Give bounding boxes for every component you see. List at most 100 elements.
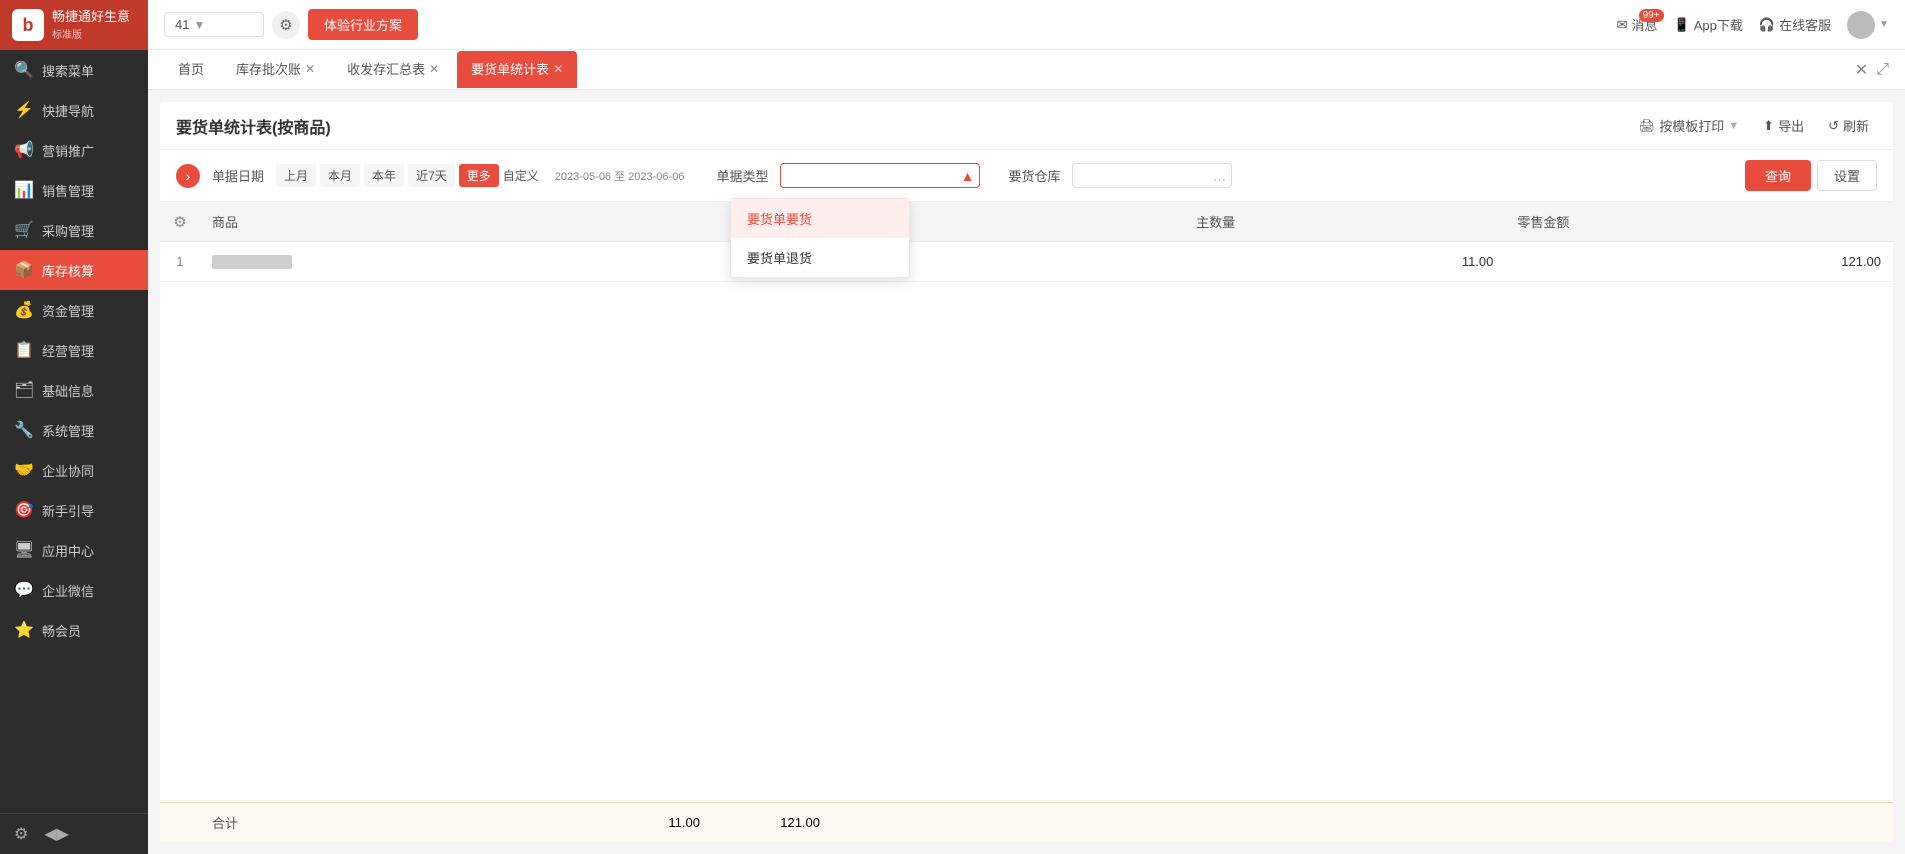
app-download-button[interactable]: 📱 App下载 bbox=[1674, 15, 1743, 34]
sidebar-item-basic[interactable]: 🗂 基础信息 bbox=[0, 370, 148, 410]
store-selector[interactable]: 41 ▼ bbox=[164, 12, 264, 37]
warehouse-input[interactable] bbox=[1072, 163, 1232, 188]
sidebar-item-guide[interactable]: 🎯 新手引导 bbox=[0, 490, 148, 530]
sidebar-item-sales[interactable]: 📊 销售管理 bbox=[0, 170, 148, 210]
refresh-button[interactable]: ↺ 刷新 bbox=[1820, 112, 1877, 139]
column-settings-icon[interactable]: ⚙ bbox=[173, 214, 186, 231]
sidebar-item-marketing[interactable]: 📢 营销推广 bbox=[0, 130, 148, 170]
maximize-button[interactable]: ⤢ bbox=[1876, 61, 1889, 79]
sidebar-item-operations[interactable]: 📋 经营管理 bbox=[0, 330, 148, 370]
prev-month-button[interactable]: 上月 bbox=[276, 164, 316, 187]
sidebar: b 畅捷通好生意 标准版 🔍 搜索菜单 ⚡ 快捷导航 📢 营销推广 📊 销售管理… bbox=[0, 0, 148, 854]
cell-no: 1 bbox=[160, 242, 200, 282]
tab-receive-summary-close[interactable]: ✕ bbox=[429, 62, 439, 76]
th-product: 商品 bbox=[200, 202, 730, 242]
tab-inventory-batch-close[interactable]: ✕ bbox=[305, 62, 315, 76]
type-dropdown: 要货单要货 要货单退货 bbox=[730, 198, 910, 278]
set-button[interactable]: 设置 bbox=[1817, 160, 1877, 191]
th-qty: 主数量 bbox=[1184, 202, 1505, 242]
type-input[interactable] bbox=[780, 163, 980, 188]
message-button[interactable]: ✉ 消息 99+ bbox=[1617, 15, 1658, 34]
sidebar-item-label-marketing: 营销推广 bbox=[42, 141, 94, 160]
system-icon: 🔧 bbox=[14, 420, 34, 440]
sidebar-item-label-purchase: 采购管理 bbox=[42, 221, 94, 240]
data-table: ⚙ 商品 主计量单位 主数量 零售金额 1 bbox=[160, 202, 1893, 282]
footer-label: 合计 bbox=[172, 813, 372, 832]
sidebar-item-label-guide: 新手引导 bbox=[42, 501, 94, 520]
cell-product bbox=[200, 242, 730, 282]
main-area: 41 ▼ ⚙ 体验行业方案 ✉ 消息 99+ 📱 App下载 🎧 在线客服 bbox=[148, 0, 1905, 854]
table-row: 1 块 11.00 121.00 bbox=[160, 242, 1893, 282]
sidebar-item-search[interactable]: 🔍 搜索菜单 bbox=[0, 50, 148, 90]
this-year-button[interactable]: 本年 bbox=[364, 164, 404, 187]
table-footer: 合计 11.00 121.00 bbox=[160, 802, 1893, 842]
app-center-icon: 🖥 bbox=[14, 540, 34, 560]
shortcut-icon: ⚡ bbox=[14, 100, 34, 120]
tab-requisition-stat-close[interactable]: ✕ bbox=[553, 62, 563, 76]
filter-expand-button[interactable]: › bbox=[176, 164, 200, 188]
app-logo: b bbox=[12, 9, 44, 41]
sidebar-item-shortcut[interactable]: ⚡ 快捷导航 bbox=[0, 90, 148, 130]
dropdown-item-requisition-order[interactable]: 要货单要货 bbox=[731, 199, 909, 238]
sidebar-item-inventory[interactable]: 📦 库存核算 bbox=[0, 250, 148, 290]
sidebar-item-app-center[interactable]: 🖥 应用中心 bbox=[0, 530, 148, 570]
sidebar-item-purchase[interactable]: 🛒 采购管理 bbox=[0, 210, 148, 250]
user-avatar[interactable]: ▼ bbox=[1847, 11, 1889, 39]
sidebar-item-label-operations: 经营管理 bbox=[42, 341, 94, 360]
dropdown-arrow-icon: ▼ bbox=[193, 18, 205, 32]
operations-icon: 📋 bbox=[14, 340, 34, 360]
app-download-label: App下载 bbox=[1694, 15, 1743, 34]
marketing-icon: 📢 bbox=[14, 140, 34, 160]
type-arrow-icon[interactable]: ▲ bbox=[961, 168, 975, 184]
table-header-row: ⚙ 商品 主计量单位 主数量 零售金额 bbox=[160, 202, 1893, 242]
sidebar-item-finance[interactable]: 💰 资金管理 bbox=[0, 290, 148, 330]
warehouse-input-wrap: … bbox=[1072, 163, 1232, 188]
sidebar-scroll: 🔍 搜索菜单 ⚡ 快捷导航 📢 营销推广 📊 销售管理 🛒 采购管理 📦 库存核… bbox=[0, 50, 148, 813]
sidebar-item-label-search: 搜索菜单 bbox=[42, 61, 94, 80]
topbar: 41 ▼ ⚙ 体验行业方案 ✉ 消息 99+ 📱 App下载 🎧 在线客服 bbox=[148, 0, 1905, 50]
more-dates-button[interactable]: 更多 bbox=[459, 164, 499, 187]
table-wrap: ⚙ 商品 主计量单位 主数量 零售金额 1 bbox=[160, 202, 1893, 802]
sidebar-item-wechat[interactable]: 💬 企业微信 bbox=[0, 570, 148, 610]
cell-amount: 121.00 bbox=[1505, 242, 1893, 282]
online-service-button[interactable]: 🎧 在线客服 bbox=[1759, 15, 1831, 34]
topbar-gear-button[interactable]: ⚙ bbox=[272, 11, 300, 39]
app-name: 畅捷通好生意 bbox=[52, 9, 130, 26]
sidebar-item-label-system: 系统管理 bbox=[42, 421, 94, 440]
footer-spacer bbox=[372, 815, 592, 830]
tab-requisition-stat[interactable]: 要货单统计表 ✕ bbox=[457, 51, 577, 88]
footer-values: 11.00 121.00 bbox=[372, 815, 1881, 830]
app-name-block: 畅捷通好生意 标准版 bbox=[52, 9, 130, 41]
trial-button[interactable]: 体验行业方案 bbox=[308, 9, 418, 40]
close-all-tabs-button[interactable]: ✕ bbox=[1855, 60, 1868, 80]
tab-home[interactable]: 首页 bbox=[164, 51, 218, 88]
collapse-icon[interactable]: ◀▶ bbox=[44, 824, 69, 844]
th-gear[interactable]: ⚙ bbox=[160, 202, 200, 242]
sidebar-item-cooperation[interactable]: 🤝 企业协同 bbox=[0, 450, 148, 490]
guide-icon: 🎯 bbox=[14, 500, 34, 520]
sidebar-item-system[interactable]: 🔧 系统管理 bbox=[0, 410, 148, 450]
sidebar-item-label-cooperation: 企业协同 bbox=[42, 461, 94, 480]
online-service-label: 在线客服 bbox=[1779, 15, 1831, 34]
warehouse-more-icon[interactable]: … bbox=[1212, 168, 1226, 184]
tab-receive-summary[interactable]: 收发存汇总表 ✕ bbox=[333, 51, 453, 88]
settings-icon[interactable]: ⚙ bbox=[14, 824, 28, 844]
custom-date-button[interactable]: 自定义 bbox=[503, 167, 539, 184]
wechat-icon: 💬 bbox=[14, 580, 34, 600]
filter-bar: › 单据日期 上月 本月 本年 近7天 更多 自定义 2023-05-06 至 … bbox=[160, 150, 1893, 202]
tab-inventory-batch[interactable]: 库存批次账 ✕ bbox=[222, 51, 329, 88]
headset-icon: 🎧 bbox=[1759, 17, 1775, 33]
query-button[interactable]: 查询 bbox=[1745, 160, 1811, 191]
dropdown-item-requisition-return[interactable]: 要货单退货 bbox=[731, 238, 909, 277]
print-button[interactable]: 🖨 按模板打印 ▼ bbox=[1631, 112, 1747, 139]
print-label: 按模板打印 bbox=[1659, 116, 1724, 135]
this-month-button[interactable]: 本月 bbox=[320, 164, 360, 187]
export-button[interactable]: ⬆ 导出 bbox=[1755, 112, 1812, 139]
last-7-days-button[interactable]: 近7天 bbox=[408, 164, 455, 187]
topbar-right: ✉ 消息 99+ 📱 App下载 🎧 在线客服 ▼ bbox=[1617, 11, 1889, 39]
sidebar-item-member[interactable]: ⭐ 畅会员 bbox=[0, 610, 148, 650]
inventory-icon: 📦 bbox=[14, 260, 34, 280]
finance-icon: 💰 bbox=[14, 300, 34, 320]
export-icon: ⬆ bbox=[1763, 118, 1774, 134]
search-icon: 🔍 bbox=[14, 60, 34, 80]
